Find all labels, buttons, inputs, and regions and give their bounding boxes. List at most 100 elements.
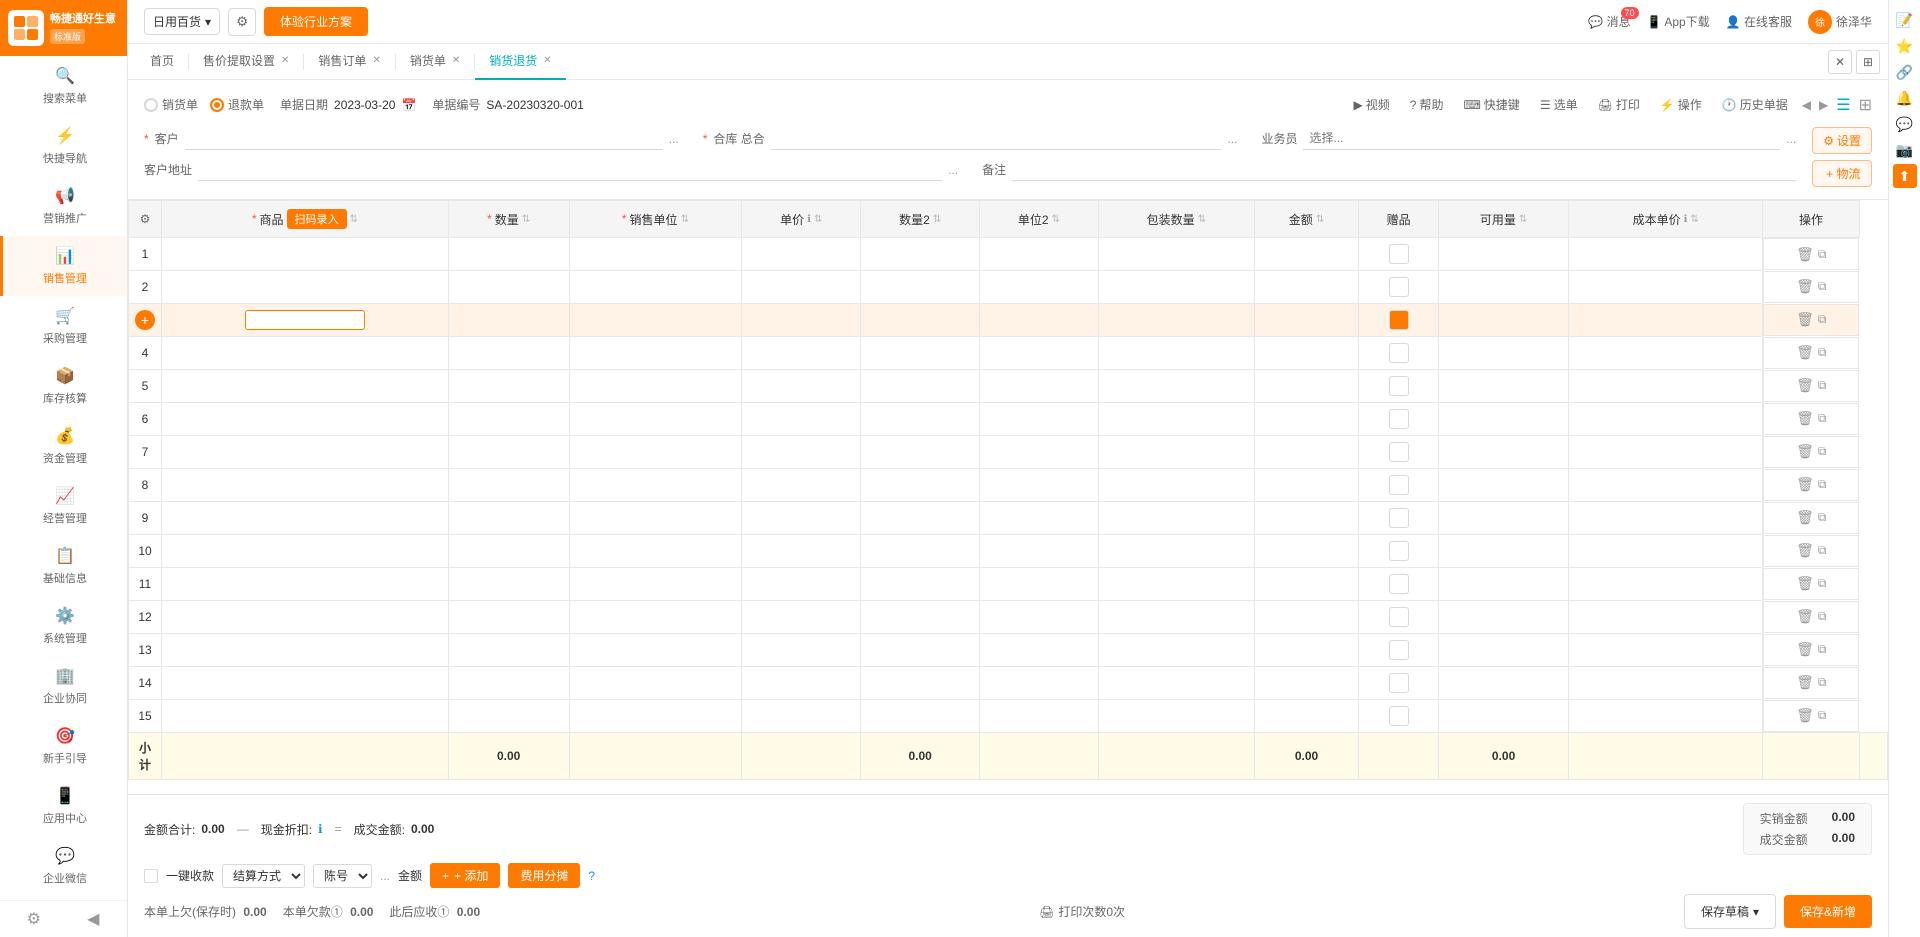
sort-cost-icon[interactable]: ⇅ — [1690, 214, 1698, 225]
pkg-qty-cell[interactable] — [1098, 700, 1254, 733]
price-info-icon[interactable]: ℹ — [807, 214, 811, 225]
right-bell-btn[interactable]: 🔔 — [1893, 86, 1917, 110]
right-upload-btn[interactable]: ⬆ — [1893, 164, 1917, 188]
delete-row-btn[interactable]: 🗑 — [1796, 707, 1814, 724]
pkg-qty-cell[interactable] — [1098, 568, 1254, 601]
delete-row-btn[interactable]: 🗑 — [1796, 476, 1814, 493]
gift-cell[interactable] — [1359, 403, 1439, 436]
price-cell[interactable] — [742, 469, 861, 502]
price-cell[interactable] — [742, 370, 861, 403]
gift-checkbox[interactable] — [1389, 607, 1409, 627]
cost-price-cell[interactable] — [1569, 667, 1763, 700]
available-cell[interactable] — [1438, 700, 1568, 733]
scan-btn[interactable]: 扫码录入 — [287, 209, 347, 229]
logistics-btn[interactable]: + 物流 — [1812, 160, 1872, 187]
price-cell[interactable] — [742, 403, 861, 436]
grid-view-icon[interactable]: ⊞ — [1859, 95, 1872, 115]
available-cell[interactable] — [1438, 535, 1568, 568]
sort-amount-icon[interactable]: ⇅ — [1316, 214, 1324, 225]
qty2-cell[interactable] — [861, 271, 980, 304]
delete-row-btn[interactable]: 🗑 — [1796, 278, 1814, 295]
available-cell[interactable] — [1438, 502, 1568, 535]
product-cell[interactable] — [162, 337, 449, 370]
tab-sales-close-icon[interactable]: ✕ — [452, 55, 460, 66]
quantity-cell[interactable] — [448, 238, 569, 271]
quantity-cell[interactable] — [448, 469, 569, 502]
copy-row-btn[interactable]: ⧉ — [1818, 477, 1827, 492]
unit2-cell[interactable] — [980, 304, 1099, 337]
cost-price-cell[interactable] — [1569, 337, 1763, 370]
address-input[interactable] — [198, 158, 942, 181]
available-cell[interactable] — [1438, 403, 1568, 436]
pkg-qty-cell[interactable] — [1098, 601, 1254, 634]
gift-checkbox[interactable] — [1389, 409, 1409, 429]
qty2-cell[interactable] — [861, 700, 980, 733]
unit2-cell[interactable] — [980, 535, 1099, 568]
help-btn[interactable]: ? 帮助 — [1404, 92, 1450, 117]
unit2-cell[interactable] — [980, 700, 1099, 733]
quantity-cell[interactable] — [448, 271, 569, 304]
copy-row-btn[interactable]: ⧉ — [1818, 609, 1827, 624]
product-cell[interactable] — [162, 403, 449, 436]
sort-pkg-icon[interactable]: ⇅ — [1198, 214, 1206, 225]
amount-cell[interactable] — [1254, 502, 1358, 535]
price-cell[interactable] — [742, 304, 861, 337]
delete-row-btn[interactable]: 🗑 — [1796, 608, 1814, 625]
unit-cell[interactable] — [569, 304, 742, 337]
gift-checkbox[interactable] — [1389, 508, 1409, 528]
product-input[interactable] — [245, 310, 365, 330]
qty2-cell[interactable] — [861, 634, 980, 667]
gift-checkbox[interactable] — [1389, 343, 1409, 363]
message-btn[interactable]: 💬 消息 70 — [1588, 13, 1630, 30]
copy-row-btn[interactable]: ⧉ — [1818, 312, 1827, 327]
tab-sales-order-close-icon[interactable]: ✕ — [372, 55, 380, 66]
split-help-icon[interactable]: ? — [588, 869, 595, 883]
unit-cell[interactable] — [569, 535, 742, 568]
pkg-qty-cell[interactable] — [1098, 271, 1254, 304]
available-cell[interactable] — [1438, 436, 1568, 469]
delete-row-btn[interactable]: 🗑 — [1796, 509, 1814, 526]
sidebar-item-shortcut[interactable]: ⚡ 快捷导航 — [0, 116, 127, 176]
product-cell[interactable] — [162, 238, 449, 271]
product-cell[interactable] — [162, 568, 449, 601]
qty2-cell[interactable] — [861, 304, 980, 337]
print-btn[interactable]: 🖨 打印 — [1592, 92, 1646, 117]
pkg-qty-cell[interactable] — [1098, 337, 1254, 370]
quantity-cell[interactable] — [448, 535, 569, 568]
unit2-cell[interactable] — [980, 667, 1099, 700]
unit-cell[interactable] — [569, 568, 742, 601]
pkg-qty-cell[interactable] — [1098, 535, 1254, 568]
tab-sales-return-close-icon[interactable]: ✕ — [543, 55, 551, 66]
delete-row-btn[interactable]: 🗑 — [1796, 410, 1814, 427]
copy-row-btn[interactable]: ⧉ — [1818, 576, 1827, 591]
sidebar-item-purchase[interactable]: 🛒 采购管理 — [0, 296, 127, 356]
online-service-btn[interactable]: 👤 在线客服 — [1726, 13, 1792, 30]
product-cell[interactable] — [162, 304, 449, 337]
gift-checkbox[interactable] — [1389, 673, 1409, 693]
collapse-btn[interactable]: ◀ — [68, 909, 120, 929]
price-cell[interactable] — [742, 436, 861, 469]
delete-row-btn[interactable]: 🗑 — [1796, 344, 1814, 361]
sort-price-icon[interactable]: ⇅ — [814, 214, 822, 225]
amount-cell[interactable] — [1254, 238, 1358, 271]
unit-cell[interactable] — [569, 700, 742, 733]
unit2-cell[interactable] — [980, 238, 1099, 271]
tab-price-setting[interactable]: 售价提取设置 ✕ — [189, 44, 303, 80]
right-star-btn[interactable]: ⭐ — [1893, 34, 1917, 58]
cost-price-cell[interactable] — [1569, 502, 1763, 535]
unit-cell[interactable] — [569, 469, 742, 502]
gift-checkbox[interactable] — [1389, 244, 1409, 264]
cash-discount-info-icon[interactable]: ℹ — [318, 822, 323, 836]
shortcut-btn[interactable]: ⌨ 快捷键 — [1457, 92, 1525, 117]
unit2-cell[interactable] — [980, 469, 1099, 502]
sidebar-item-operation[interactable]: 📈 经营管理 — [0, 476, 127, 536]
unit-cell[interactable] — [569, 436, 742, 469]
price-cell[interactable] — [742, 535, 861, 568]
sort-avail-icon[interactable]: ⇅ — [1519, 214, 1527, 225]
unit2-cell[interactable] — [980, 502, 1099, 535]
amount-cell[interactable] — [1254, 370, 1358, 403]
copy-row-btn[interactable]: ⧉ — [1818, 708, 1827, 723]
price-cell[interactable] — [742, 601, 861, 634]
unit2-cell[interactable] — [980, 568, 1099, 601]
gift-checkbox[interactable] — [1389, 574, 1409, 594]
